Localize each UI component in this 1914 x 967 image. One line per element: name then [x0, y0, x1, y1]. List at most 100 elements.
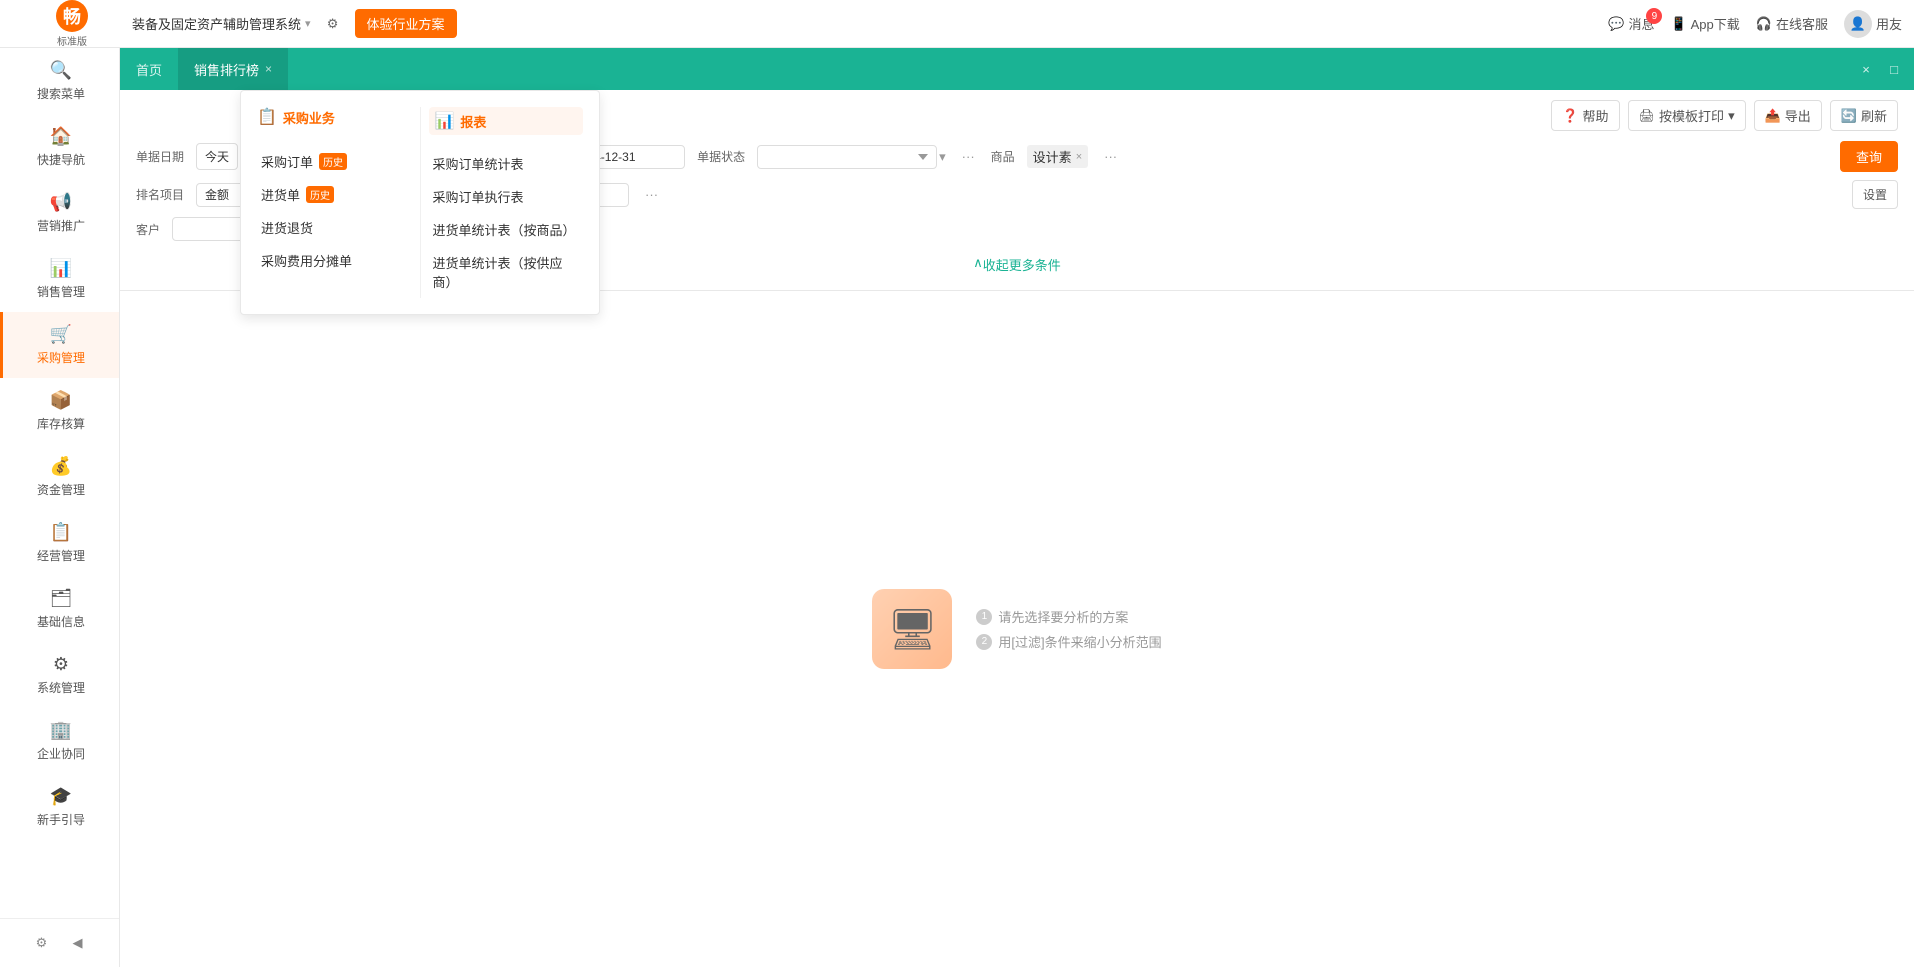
logo-subtitle: 标准版: [57, 33, 87, 48]
empty-illustration: 🖥: [872, 589, 952, 669]
customer-label: 客户: [136, 221, 160, 238]
sidebar-item-inventory[interactable]: 📦 库存核算: [0, 378, 119, 444]
doc-status-dots[interactable]: ···: [958, 149, 979, 164]
logo-area: 畅 标准版: [12, 0, 132, 48]
user-menu-btn[interactable]: 👤 用友: [1844, 10, 1902, 38]
doc-status-chevron: ▾: [939, 149, 946, 165]
sidebar: 🔍 搜索菜单 🏠 快捷导航 📢 营销推广 📊 销售管理 🛒 采购管理 📦: [0, 48, 120, 967]
goods-dots[interactable]: ···: [1100, 149, 1121, 164]
sidebar-item-basic-info[interactable]: 🗂 基础信息: [0, 576, 119, 642]
online-service-btn[interactable]: 🎧 在线客服: [1756, 14, 1828, 33]
export-btn[interactable]: 📤 导出: [1754, 100, 1822, 131]
sidebar-settings-btn[interactable]: ⚙: [26, 927, 58, 959]
refresh-btn[interactable]: 🔄 刷新: [1830, 100, 1898, 131]
dropdown-item-purchase-order[interactable]: 采购订单 历史: [257, 145, 412, 178]
goods-tag: 设计素 ×: [1027, 145, 1088, 168]
chevron-down-icon[interactable]: ▾: [305, 17, 311, 30]
print-btn[interactable]: 🖨 按模板打印 ▾: [1628, 100, 1746, 131]
dropdown-item-goods-return[interactable]: 进货退货: [257, 211, 412, 244]
top-bar: 畅 标准版 装备及固定资产辅助管理系统 ▾ ⚙ 体验行业方案 💬 消息 9 📱 …: [0, 0, 1914, 48]
notification-badge: 9: [1646, 8, 1662, 24]
window-maximize-btn[interactable]: □: [1882, 57, 1906, 81]
industry-btn[interactable]: 体验行业方案: [355, 9, 457, 38]
window-close-btn[interactable]: ×: [1854, 57, 1878, 81]
help-icon: ❓: [1562, 108, 1578, 124]
main-layout: 🔍 搜索菜单 🏠 快捷导航 📢 营销推广 📊 销售管理 🛒 采购管理 📦: [0, 48, 1914, 967]
doc-status-select[interactable]: [757, 145, 937, 169]
collapse-icon: ∧: [973, 255, 983, 274]
megaphone-icon: 📢: [50, 192, 72, 213]
procurement-dropdown: 📋 采购业务 采购订单 历史 进货单 历史 进货退货: [240, 90, 600, 315]
step-2-circle: 2: [976, 634, 992, 650]
chart-icon: 📊: [50, 258, 72, 279]
step-1-circle: 1: [976, 609, 992, 625]
help-btn[interactable]: ❓ 帮助: [1551, 100, 1619, 131]
dropdown-item-expense-allocation[interactable]: 采购费用分摊单: [257, 244, 412, 277]
tab-actions: × □: [1846, 48, 1914, 90]
box-icon: 📦: [50, 390, 72, 411]
search-icon: 🔍: [50, 60, 72, 81]
app-download-btn[interactable]: 📱 App下载: [1670, 14, 1739, 33]
system-settings-icon[interactable]: ⚙: [319, 10, 347, 38]
dropdown-item-po-summary[interactable]: 采购订单统计表: [429, 147, 584, 180]
goods-label: 商品: [991, 148, 1015, 165]
notifications-btn[interactable]: 💬 消息 9: [1608, 14, 1654, 33]
date-btn-today[interactable]: 今天: [196, 143, 238, 170]
sidebar-bottom: ⚙ ◀: [0, 918, 119, 967]
dropdown-item-po-execution[interactable]: 采购订单执行表: [429, 180, 584, 213]
empty-state: 🖥 1 请先选择要分析的方案 2 用[过滤]条件来缩小分析范围: [120, 291, 1914, 967]
export-icon: 📤: [1765, 108, 1781, 124]
headset-icon: 🎧: [1756, 16, 1772, 32]
refresh-icon: 🔄: [1841, 108, 1857, 124]
folder-icon: 🗂: [50, 588, 73, 609]
date-label: 单据日期: [136, 148, 184, 165]
bell-icon: 💬: [1608, 16, 1624, 32]
empty-tip-1: 1 请先选择要分析的方案: [976, 607, 1128, 626]
salesperson-dots[interactable]: ···: [641, 187, 662, 202]
sidebar-collapse-btn[interactable]: ◀: [62, 927, 94, 959]
dropdown-divider: [420, 107, 421, 298]
tab-home[interactable]: 首页: [120, 48, 178, 90]
money-icon: 💰: [50, 456, 72, 477]
dropdown-item-receipt-by-supplier[interactable]: 进货单统计表（按供应商）: [429, 246, 584, 298]
dropdown-col-title-reports: 📊 报表: [429, 107, 584, 135]
empty-text: 1 请先选择要分析的方案 2 用[过滤]条件来缩小分析范围: [976, 607, 1161, 651]
top-center: 装备及固定资产辅助管理系统 ▾ ⚙ 体验行业方案: [132, 9, 1608, 38]
dropdown-item-goods-receipt[interactable]: 进货单 历史: [257, 178, 412, 211]
tab-close-icon[interactable]: ×: [265, 62, 272, 76]
chevron-icon: ▾: [1728, 108, 1735, 124]
sidebar-item-system[interactable]: ⚙ 系统管理: [0, 642, 119, 708]
sidebar-item-newbie[interactable]: 🎓 新手引导: [0, 774, 119, 840]
graduation-icon: 🎓: [50, 786, 72, 807]
dropdown-col-reports: 📊 报表 采购订单统计表 采购订单执行表 进货单统计表（按商品） 进货单统计表（…: [429, 107, 584, 298]
settings-btn[interactable]: 设置: [1852, 180, 1898, 209]
dropdown-col-title-procurement: 📋 采购业务: [257, 107, 412, 133]
dropdown-col-procurement: 📋 采购业务 采购订单 历史 进货单 历史 进货退货: [257, 107, 412, 298]
top-right: 💬 消息 9 📱 App下载 🎧 在线客服 👤 用友: [1608, 10, 1902, 38]
rank-label: 排名项目: [136, 186, 184, 203]
sidebar-nav: 🔍 搜索菜单 🏠 快捷导航 📢 营销推广 📊 销售管理 🛒 采购管理 📦: [0, 48, 119, 918]
sidebar-item-operations[interactable]: 📋 经营管理: [0, 510, 119, 576]
print-icon: 🖨: [1639, 108, 1656, 124]
dropdown-item-receipt-by-goods[interactable]: 进货单统计表（按商品）: [429, 213, 584, 246]
sidebar-item-enterprise[interactable]: 🏢 企业协同: [0, 708, 119, 774]
sidebar-item-procurement[interactable]: 🛒 采购管理: [0, 312, 119, 378]
goods-tag-close[interactable]: ×: [1076, 151, 1082, 163]
avatar: 👤: [1844, 10, 1872, 38]
logo-icon: 畅: [56, 0, 88, 32]
home-icon: 🏠: [50, 126, 72, 147]
sidebar-item-sales[interactable]: 📊 销售管理: [0, 246, 119, 312]
procurement-icon: 📋: [257, 107, 277, 127]
doc-status-label: 单据状态: [697, 148, 745, 165]
sidebar-item-finance[interactable]: 💰 资金管理: [0, 444, 119, 510]
system-title: 装备及固定资产辅助管理系统 ▾: [132, 14, 311, 33]
cart-icon: 🛒: [50, 324, 72, 345]
sidebar-item-search[interactable]: 🔍 搜索菜单: [0, 48, 119, 114]
report-icon: 📊: [435, 111, 455, 131]
sidebar-item-quick-nav[interactable]: 🏠 快捷导航: [0, 114, 119, 180]
sidebar-item-marketing[interactable]: 📢 营销推广: [0, 180, 119, 246]
query-btn[interactable]: 查询: [1840, 141, 1898, 172]
tab-sales-rank[interactable]: 销售排行榜 ×: [178, 48, 288, 90]
content-area: 首页 销售排行榜 × × □ 📋 采购业务 采购订单: [120, 48, 1914, 967]
empty-tip-2: 2 用[过滤]条件来缩小分析范围: [976, 632, 1161, 651]
